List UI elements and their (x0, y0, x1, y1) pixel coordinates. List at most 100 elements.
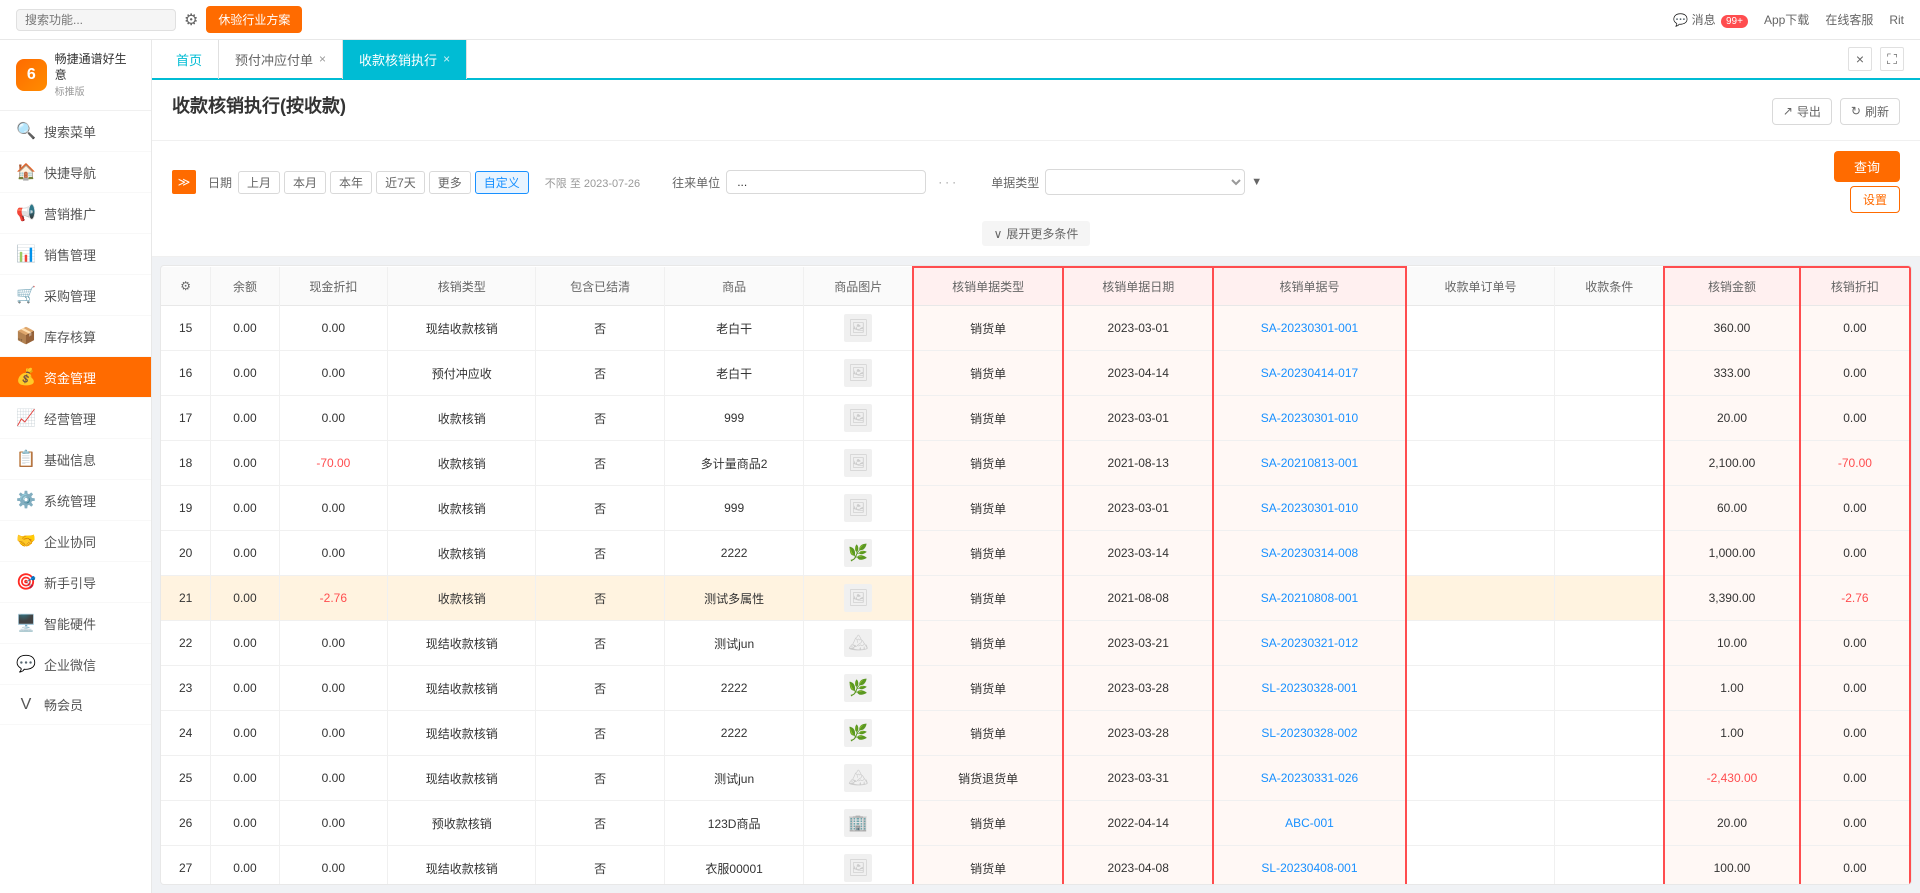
cell-num: 18 (161, 441, 211, 486)
sidebar-item-inventory[interactable]: 📦 库存核算 (0, 316, 151, 357)
cell-bill-report-no[interactable]: SA-20210808-001 (1213, 576, 1405, 621)
cell-bill-report-no[interactable]: SA-20230314-008 (1213, 531, 1405, 576)
cell-verify-type: 收款核销 (388, 441, 536, 486)
top-search-input[interactable] (16, 9, 176, 31)
refresh-btn[interactable]: ↻ 刷新 (1840, 98, 1900, 125)
tab-prepay-close[interactable]: × (319, 52, 326, 66)
date-range-text: 不限 至 2023-07-26 (545, 175, 640, 191)
sidebar-item-guide[interactable]: 🎯 新手引导 (0, 562, 151, 603)
sidebar-item-system[interactable]: ⚙️ 系统管理 (0, 480, 151, 521)
cell-bill-report-date: 2023-04-08 (1063, 846, 1213, 886)
tab-actions: × ⛶ (1848, 47, 1912, 71)
cell-goods: 测试多属性 (664, 576, 804, 621)
gear-icon[interactable]: ⚙ (184, 10, 198, 30)
bill-type-select[interactable] (1045, 169, 1245, 195)
date-btn-more[interactable]: 更多 (429, 171, 471, 194)
cell-num: 22 (161, 621, 211, 666)
cell-include-settled: 否 (536, 351, 664, 396)
cell-balance: 0.00 (211, 531, 279, 576)
cell-bill-report-type: 销货单 (913, 576, 1063, 621)
tab-home[interactable]: 首页 (160, 40, 219, 79)
sidebar-item-member[interactable]: V 畅会员 (0, 685, 151, 725)
tab-expand-btn[interactable]: ⛶ (1880, 47, 1904, 71)
page-header: 收款核销执行(按收款) ↗ 导出 ↻ 刷新 (152, 80, 1920, 141)
sidebar-item-purchase[interactable]: 🛒 采购管理 (0, 275, 151, 316)
cell-bill-report-no[interactable]: SA-20230331-026 (1213, 756, 1405, 801)
cell-bill-report-no[interactable]: SA-20230414-017 (1213, 351, 1405, 396)
cell-balance: 0.00 (211, 711, 279, 756)
app-download-link[interactable]: App下载 (1764, 11, 1809, 28)
cell-verify-amount: 10.00 (1664, 621, 1800, 666)
date-btn-custom[interactable]: 自定义 (475, 171, 529, 194)
date-btn-last-month[interactable]: 上月 (238, 171, 280, 194)
cell-include-settled: 否 (536, 711, 664, 756)
tab-home-label: 首页 (176, 50, 202, 69)
sidebar-item-search[interactable]: 🔍 搜索菜单 (0, 111, 151, 152)
table-row: 27 0.00 0.00 现结收款核销 否 衣服00001 🖼 销货单 2023… (161, 846, 1910, 886)
industry-btn[interactable]: 休验行业方案 (206, 6, 302, 33)
query-btn[interactable]: 查询 (1834, 151, 1900, 182)
sidebar-item-sales[interactable]: 📊 销售管理 (0, 234, 151, 275)
bill-type-label: 单据类型 (991, 174, 1039, 191)
cell-bill-report-no[interactable]: ABC-001 (1213, 801, 1405, 846)
partner-input[interactable] (726, 170, 926, 194)
th-collection-order-no: 收款单订单号 (1406, 267, 1555, 306)
date-btn-7days[interactable]: 近7天 (376, 171, 425, 194)
sidebar-item-finance[interactable]: 💰 资金管理 (0, 357, 151, 398)
sidebar-item-operation[interactable]: 📈 经营管理 (0, 398, 151, 439)
cell-bill-report-type: 销货单 (913, 396, 1063, 441)
online-service-link[interactable]: 在线客服 (1825, 11, 1873, 28)
cell-collection-order-no (1406, 756, 1555, 801)
cell-goods-img: 🌿 (804, 666, 913, 711)
settings-btn[interactable]: 设置 (1850, 186, 1900, 213)
tab-collection[interactable]: 收款核销执行 × (343, 40, 467, 79)
tab-collection-close[interactable]: × (443, 52, 450, 66)
cell-payment-terms (1555, 711, 1664, 756)
cell-verify-discount: 0.00 (1800, 846, 1910, 886)
cell-verify-discount: 0.00 (1800, 756, 1910, 801)
cell-num: 19 (161, 486, 211, 531)
cell-bill-report-type: 销货退货单 (913, 756, 1063, 801)
cell-verify-type: 现结收款核销 (388, 711, 536, 756)
filter-expand-btn[interactable]: ≫ (172, 170, 196, 194)
cell-balance: 0.00 (211, 351, 279, 396)
cell-bill-report-no[interactable]: SA-20230301-001 (1213, 306, 1405, 351)
inventory-icon: 📦 (16, 326, 36, 346)
sidebar-item-label: 搜索菜单 (44, 122, 96, 141)
cell-num: 17 (161, 396, 211, 441)
cell-bill-report-no[interactable]: SL-20230328-002 (1213, 711, 1405, 756)
export-btn[interactable]: ↗ 导出 (1772, 98, 1832, 125)
expand-more-btn[interactable]: ∨ 展开更多条件 (982, 221, 1091, 246)
cell-payment-terms (1555, 486, 1664, 531)
sidebar-item-hardware[interactable]: 🖥️ 智能硬件 (0, 603, 151, 644)
cell-bill-report-no[interactable]: SL-20230408-001 (1213, 846, 1405, 886)
cell-goods: 老白干 (664, 351, 804, 396)
sidebar-item-quick-nav[interactable]: 🏠 快捷导航 (0, 152, 151, 193)
cell-bill-report-no[interactable]: SL-20230328-001 (1213, 666, 1405, 711)
sidebar-item-wechat[interactable]: 💬 企业微信 (0, 644, 151, 685)
tab-prepay[interactable]: 预付冲应付单 × (219, 40, 343, 79)
message-item[interactable]: 💬 消息 99+ (1673, 11, 1748, 28)
sidebar-item-enterprise[interactable]: 🤝 企业协同 (0, 521, 151, 562)
date-btn-this-month[interactable]: 本月 (284, 171, 326, 194)
partner-label: 往来单位 (672, 174, 720, 191)
cell-verify-amount: 20.00 (1664, 801, 1800, 846)
sidebar-item-marketing[interactable]: 📢 营销推广 (0, 193, 151, 234)
th-goods: 商品 (664, 267, 804, 306)
logo-text: 畅捷通谱好生意 (55, 52, 135, 83)
cell-bill-report-no[interactable]: SA-20230301-010 (1213, 396, 1405, 441)
cell-bill-report-no[interactable]: SA-20210813-001 (1213, 441, 1405, 486)
sidebar-item-base-info[interactable]: 📋 基础信息 (0, 439, 151, 480)
cell-balance: 0.00 (211, 396, 279, 441)
cell-cash-discount: -70.00 (279, 441, 387, 486)
finance-icon: 💰 (16, 367, 36, 387)
cell-goods: 多计量商品2 (664, 441, 804, 486)
sidebar-item-label: 快捷导航 (44, 163, 96, 182)
cell-bill-report-no[interactable]: SA-20230321-012 (1213, 621, 1405, 666)
date-btn-this-year[interactable]: 本年 (330, 171, 372, 194)
th-gear[interactable]: ⚙ (161, 267, 211, 306)
cell-goods-img: 🏔 (804, 756, 913, 801)
cell-bill-report-no[interactable]: SA-20230301-010 (1213, 486, 1405, 531)
tab-close-btn[interactable]: × (1848, 47, 1872, 71)
cell-goods: 测试jun (664, 756, 804, 801)
